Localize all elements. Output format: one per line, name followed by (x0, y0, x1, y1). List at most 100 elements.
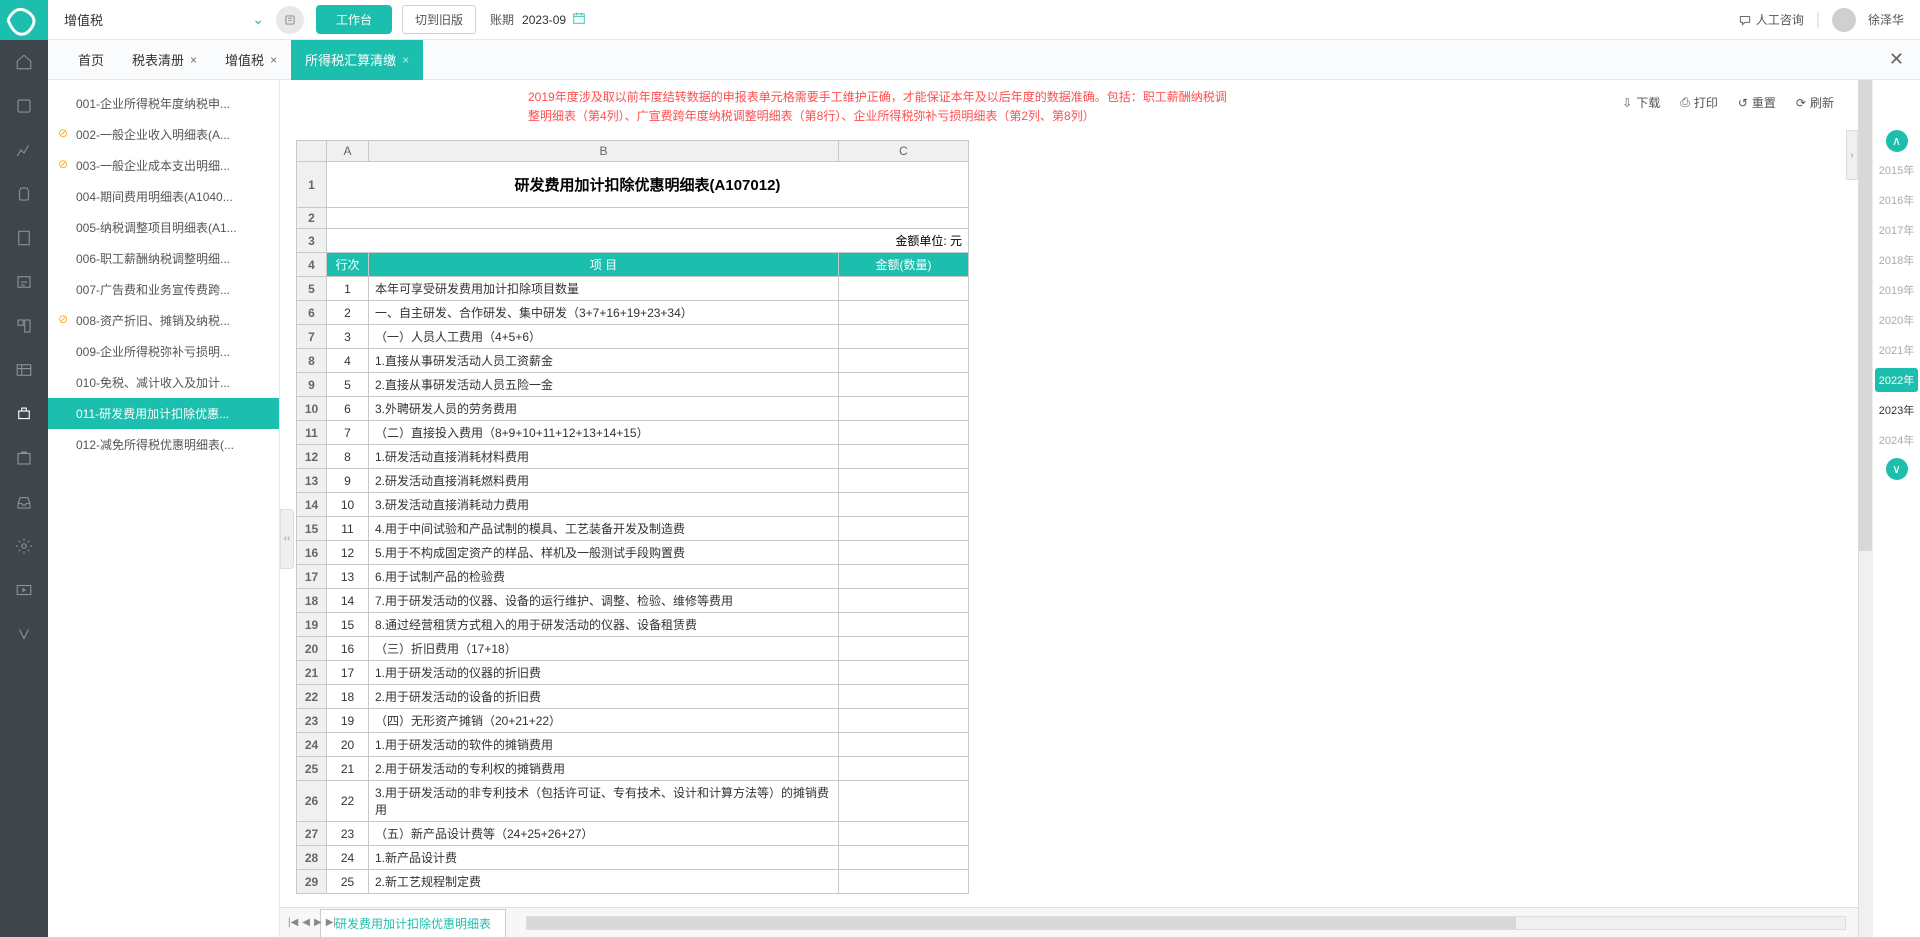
form-list-item[interactable]: ⊘002-一般企业收入明细表(A... (48, 119, 279, 150)
amount-cell[interactable] (839, 709, 969, 733)
amount-cell[interactable] (839, 541, 969, 565)
calendar-icon[interactable] (572, 11, 586, 28)
row-number-cell[interactable]: 3 (327, 325, 369, 349)
nav-template-icon[interactable] (0, 304, 48, 348)
nav-table-icon[interactable] (0, 348, 48, 392)
nav-ledger-icon[interactable] (0, 84, 48, 128)
form-list-item[interactable]: ⊘008-资产折旧、摊销及纳税... (48, 305, 279, 336)
year-item[interactable]: 2016年 (1875, 188, 1918, 212)
row-header[interactable]: 29 (297, 870, 327, 894)
year-item[interactable]: 2019年 (1875, 278, 1918, 302)
amount-cell[interactable] (839, 325, 969, 349)
col-header-c[interactable]: C (839, 141, 969, 162)
row-number-cell[interactable]: 4 (327, 349, 369, 373)
row-number-cell[interactable]: 13 (327, 565, 369, 589)
row-header[interactable]: 12 (297, 445, 327, 469)
row-header[interactable]: 22 (297, 685, 327, 709)
nav-chart-icon[interactable] (0, 128, 48, 172)
year-item[interactable]: 2022年 (1875, 368, 1918, 392)
item-cell[interactable]: （三）折旧费用（17+18） (369, 637, 839, 661)
switch-old-button[interactable]: 切到旧版 (402, 5, 476, 34)
close-all-tabs-icon[interactable]: ✕ (1889, 49, 1904, 70)
amount-cell[interactable] (839, 661, 969, 685)
row-header[interactable]: 6 (297, 301, 327, 325)
item-cell[interactable]: 3.研发活动直接消耗动力费用 (369, 493, 839, 517)
year-item[interactable]: 2024年 (1875, 428, 1918, 452)
item-cell[interactable]: 2.用于研发活动的专利权的摊销费用 (369, 757, 839, 781)
amount-cell[interactable] (839, 589, 969, 613)
form-list-item[interactable]: 010-免税、减计收入及加计... (48, 367, 279, 398)
item-cell[interactable]: 1.用于研发活动的仪器的折旧费 (369, 661, 839, 685)
row-header[interactable]: 28 (297, 846, 327, 870)
row-number-cell[interactable]: 1 (327, 277, 369, 301)
row-number-cell[interactable]: 25 (327, 870, 369, 894)
sheet-tab[interactable]: 研发费用加计扣除优惠明细表 (320, 909, 506, 937)
row-header[interactable]: 17 (297, 565, 327, 589)
row-number-cell[interactable]: 24 (327, 846, 369, 870)
item-cell[interactable]: 1.研发活动直接消耗材料费用 (369, 445, 839, 469)
year-item[interactable]: 2021年 (1875, 338, 1918, 362)
spreadsheet-table[interactable]: A B C 1 研发费用加计扣除优惠明细表(A107012) 2 3 金额单位:… (296, 140, 969, 894)
row-header[interactable]: 21 (297, 661, 327, 685)
form-list-item[interactable]: 005-纳税调整项目明细表(A1... (48, 212, 279, 243)
item-cell[interactable]: 2.新工艺规程制定费 (369, 870, 839, 894)
amount-cell[interactable] (839, 822, 969, 846)
form-list-item[interactable]: ⊘003-一般企业成本支出明细... (48, 150, 279, 181)
sheet-title[interactable]: 研发费用加计扣除优惠明细表(A107012) (327, 162, 969, 208)
tab-close-icon[interactable]: × (270, 53, 277, 67)
year-item[interactable]: 2017年 (1875, 218, 1918, 242)
tab-2[interactable]: 增值税× (211, 40, 291, 80)
item-cell[interactable]: 2.用于研发活动的设备的折旧费 (369, 685, 839, 709)
row-header[interactable]: 5 (297, 277, 327, 301)
amount-cell[interactable] (839, 277, 969, 301)
row-number-cell[interactable]: 11 (327, 517, 369, 541)
amount-cell[interactable] (839, 397, 969, 421)
amount-cell[interactable] (839, 870, 969, 894)
amount-cell[interactable] (839, 373, 969, 397)
row-header[interactable]: 11 (297, 421, 327, 445)
item-cell[interactable]: （四）无形资产摊销（20+21+22） (369, 709, 839, 733)
year-scroll-down-icon[interactable]: ∨ (1886, 458, 1908, 480)
amount-cell[interactable] (839, 301, 969, 325)
year-scroll-up-icon[interactable]: ∧ (1886, 130, 1908, 152)
row-number-cell[interactable]: 19 (327, 709, 369, 733)
corner-cell[interactable] (297, 141, 327, 162)
row-number-cell[interactable]: 2 (327, 301, 369, 325)
row-header[interactable]: 27 (297, 822, 327, 846)
row-header[interactable]: 8 (297, 349, 327, 373)
vertical-scrollbar[interactable] (1858, 80, 1872, 937)
amount-cell[interactable] (839, 757, 969, 781)
amount-cell[interactable] (839, 445, 969, 469)
item-cell[interactable]: 一、自主研发、合作研发、集中研发（3+7+16+19+23+34） (369, 301, 839, 325)
row-number-cell[interactable]: 20 (327, 733, 369, 757)
header-num[interactable]: 行次 (327, 253, 369, 277)
nav-settings-icon[interactable] (0, 524, 48, 568)
nav-inbox-icon[interactable] (0, 480, 48, 524)
amount-cell[interactable] (839, 733, 969, 757)
print-button[interactable]: ⎙打印 (1680, 94, 1718, 111)
module-dropdown[interactable]: 增值税 ⌄ (64, 10, 264, 29)
col-header-a[interactable]: A (327, 141, 369, 162)
col-header-b[interactable]: B (369, 141, 839, 162)
row-header[interactable]: 25 (297, 757, 327, 781)
tab-close-icon[interactable]: × (402, 53, 409, 67)
row-number-cell[interactable]: 18 (327, 685, 369, 709)
row-header[interactable]: 23 (297, 709, 327, 733)
row-header[interactable]: 14 (297, 493, 327, 517)
amount-cell[interactable] (839, 421, 969, 445)
nav-doc-icon[interactable] (0, 216, 48, 260)
header-item[interactable]: 项 目 (369, 253, 839, 277)
sheet-nav-prev-icon[interactable]: ◀ (302, 917, 310, 928)
form-list-item[interactable]: 006-职工薪酬纳税调整明细... (48, 243, 279, 274)
amount-cell[interactable] (839, 637, 969, 661)
row-number-cell[interactable]: 14 (327, 589, 369, 613)
row-header[interactable]: 7 (297, 325, 327, 349)
nav-home-icon[interactable] (0, 40, 48, 84)
refresh-button[interactable]: ⟳刷新 (1796, 94, 1834, 111)
item-cell[interactable]: 1.新产品设计费 (369, 846, 839, 870)
sheet-nav-last-icon[interactable]: ▶| (326, 917, 336, 928)
nav-v-icon[interactable] (0, 612, 48, 656)
nav-video-icon[interactable] (0, 568, 48, 612)
amount-cell[interactable] (839, 565, 969, 589)
nav-report-icon[interactable] (0, 260, 48, 304)
